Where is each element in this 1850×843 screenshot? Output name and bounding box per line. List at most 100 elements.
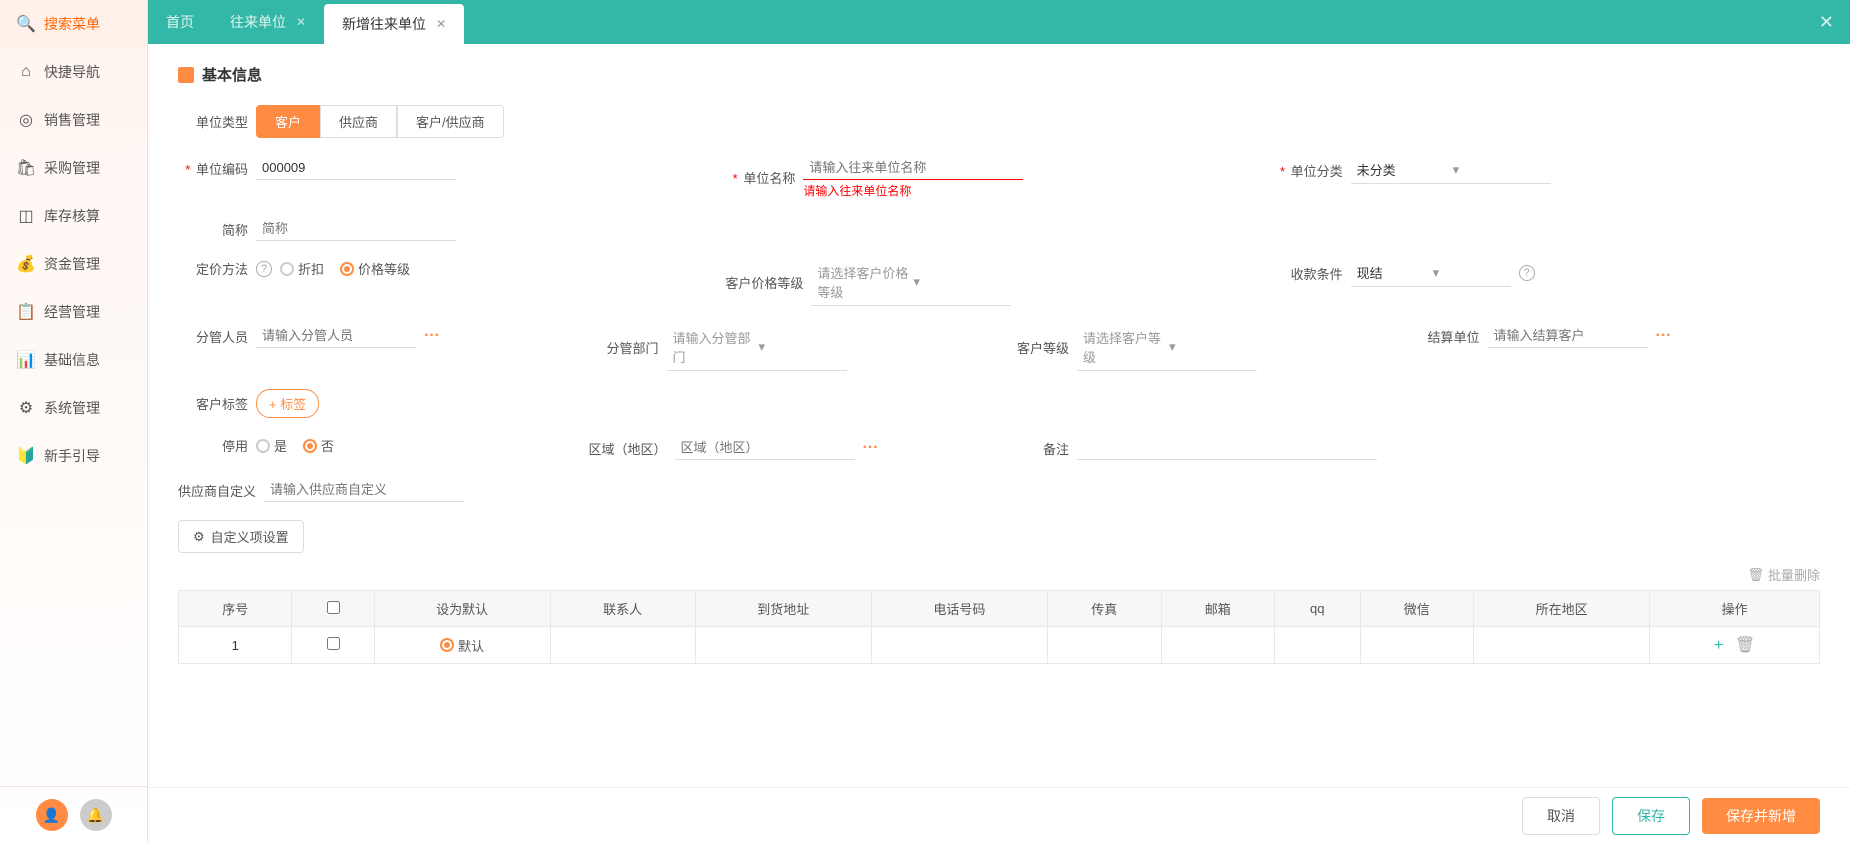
tab-partner-close[interactable]: ✕ (296, 15, 306, 29)
table-row: 1 默认 (179, 627, 1820, 664)
row-default-radio[interactable]: 默认 (385, 636, 540, 655)
select-all-checkbox[interactable] (327, 601, 340, 614)
close-all-tabs[interactable]: ✕ (1803, 12, 1850, 33)
col-address: 到货地址 (695, 591, 871, 627)
tab-home[interactable]: 首页 (148, 0, 212, 44)
sidebar-item-quicknav[interactable]: ⌂ 快捷导航 (0, 48, 147, 96)
add-tag-label: + 标签 (269, 394, 306, 413)
settlement-unit-more[interactable]: ··· (1656, 327, 1672, 345)
sidebar-item-sales[interactable]: ◎ 销售管理 (0, 96, 147, 144)
notification-icon[interactable]: 🔔 (80, 799, 112, 831)
sidebar-item-basic[interactable]: 📊 基础信息 (0, 336, 147, 384)
sidebar-label-quicknav: 快捷导航 (44, 62, 100, 82)
purchase-icon: 🛍 (16, 158, 36, 178)
col-check (292, 591, 374, 627)
custom-settings-button[interactable]: ⚙ 自定义项设置 (178, 520, 304, 553)
pricing-discount-radio[interactable]: 折扣 (280, 259, 324, 278)
main-area: 首页 往来单位 ✕ 新增往来单位 ✕ ✕ 基本信息 单位类型 客户 供应商 客户… (148, 0, 1850, 843)
manager-label: 分管人员 (178, 327, 248, 346)
disabled-yes-circle (256, 439, 270, 453)
unit-type-group: 客户 供应商 客户/供应商 (256, 105, 504, 138)
customer-level-value: 请选择客户等级 (1083, 328, 1165, 366)
sidebar-item-inventory[interactable]: ◫ 库存核算 (0, 192, 147, 240)
supplier-custom-input[interactable] (264, 478, 464, 502)
manager-input[interactable] (256, 324, 416, 348)
tab-new-partner[interactable]: 新增往来单位 ✕ (324, 4, 464, 44)
sidebar-label-finance: 资金管理 (44, 254, 100, 274)
unit-btn-supplier[interactable]: 供应商 (320, 105, 397, 138)
row-checkbox[interactable] (327, 637, 340, 650)
system-icon: ⚙ (16, 398, 36, 418)
form-group-unit-name: * 单位名称 请输入往来单位名称 (725, 156, 1272, 199)
unit-category-value: 未分类 (1357, 160, 1449, 179)
save-new-button[interactable]: 保存并新增 (1702, 798, 1820, 834)
operations-icon: 📋 (16, 302, 36, 322)
batch-delete-label[interactable]: 批量删除 (1768, 565, 1820, 584)
table-header: 序号 设为默认 联系人 到货地址 电话号码 传真 邮箱 qq 微信 所在地区 操… (179, 591, 1820, 627)
tab-new-partner-close[interactable]: ✕ (436, 17, 446, 31)
form-group-payment-terms: 收款条件 现结 ▾ ? (1273, 259, 1820, 287)
unit-btn-customer[interactable]: 客户 (256, 105, 320, 138)
tabs-bar: 首页 往来单位 ✕ 新增往来单位 ✕ ✕ (148, 0, 1850, 44)
form-group-pricing-method: 定价方法 ? 折扣 价格等级 (178, 259, 725, 278)
settlement-unit-label: 结算单位 (1410, 327, 1480, 346)
department-label: 分管部门 (589, 338, 659, 357)
user-avatar[interactable]: 👤 (36, 799, 68, 831)
disabled-no-radio[interactable]: 否 (303, 436, 334, 455)
shortname-label: 简称 (178, 220, 248, 239)
payment-terms-select[interactable]: 现结 ▾ (1351, 259, 1511, 287)
region-more[interactable]: ··· (863, 439, 879, 457)
sidebar-label-purchase: 采购管理 (44, 158, 100, 178)
department-select[interactable]: 请输入分管部门 ▾ (667, 324, 847, 371)
tab-partner[interactable]: 往来单位 ✕ (212, 0, 324, 44)
disabled-label: 停用 (178, 436, 248, 455)
unit-name-input[interactable] (803, 156, 1023, 180)
row-delete-button[interactable]: 🗑 (1731, 635, 1759, 655)
unit-code-input[interactable] (256, 156, 456, 180)
pricing-level-radio[interactable]: 价格等级 (340, 259, 410, 278)
sidebar-item-purchase[interactable]: 🛍 采购管理 (0, 144, 147, 192)
customer-price-level-select[interactable]: 请选择客户价格等级 ▾ (811, 259, 1011, 306)
region-input[interactable] (675, 436, 855, 460)
sidebar-item-operations[interactable]: 📋 经营管理 (0, 288, 147, 336)
payment-terms-label: 收款条件 (1273, 264, 1343, 283)
form-group-region: 区域（地区） ··· (589, 436, 1000, 460)
sidebar-label-guide: 新手引导 (44, 446, 100, 466)
sidebar-item-guide[interactable]: 🔰 新手引导 (0, 432, 147, 480)
cancel-button[interactable]: 取消 (1522, 797, 1600, 835)
row-add-button[interactable]: + (1710, 637, 1727, 655)
manager-more-icon[interactable]: ··· (424, 327, 440, 345)
supplier-custom-label: 供应商自定义 (178, 481, 256, 500)
customer-level-select[interactable]: 请选择客户等级 ▾ (1077, 324, 1257, 371)
unit-code-required: * (185, 162, 190, 177)
add-tag-button[interactable]: + 标签 (256, 389, 319, 418)
form-group-unit-category: * 单位分类 未分类 ▾ (1273, 156, 1820, 184)
row-address (695, 627, 871, 664)
form-group-supplier-custom: 供应商自定义 (178, 478, 1820, 502)
row-contact (550, 627, 695, 664)
form-row-manager: 分管人员 ··· 分管部门 请输入分管部门 ▾ 客户等级 请选择客户等级 ▾ 结… (178, 324, 1820, 371)
customer-price-level-value: 请选择客户价格等级 (817, 263, 909, 301)
tab-partner-label: 往来单位 (230, 12, 286, 32)
settlement-unit-input[interactable] (1488, 324, 1648, 348)
form-row-tag: 客户标签 + 标签 (178, 389, 1820, 418)
payment-terms-help[interactable]: ? (1519, 265, 1535, 281)
sidebar-item-search[interactable]: 🔍 搜索菜单 (0, 0, 147, 48)
remark-input[interactable] (1077, 436, 1377, 460)
unit-btn-both[interactable]: 客户/供应商 (397, 105, 504, 138)
sidebar-item-finance[interactable]: 💰 资金管理 (0, 240, 147, 288)
unit-category-select[interactable]: 未分类 ▾ (1351, 156, 1551, 184)
save-button[interactable]: 保存 (1612, 797, 1690, 835)
custom-settings-label: 自定义项设置 (211, 527, 289, 546)
sidebar-label-search: 搜索菜单 (44, 14, 100, 34)
row-qq (1274, 627, 1360, 664)
content-area: 基本信息 单位类型 客户 供应商 客户/供应商 * 单位编码 (148, 44, 1850, 787)
shortname-input[interactable] (256, 217, 456, 241)
sidebar-item-system[interactable]: ⚙ 系统管理 (0, 384, 147, 432)
department-chevron: ▾ (759, 339, 841, 355)
row-seq: 1 (179, 627, 292, 664)
disabled-yes-radio[interactable]: 是 (256, 436, 287, 455)
col-seq: 序号 (179, 591, 292, 627)
pricing-method-help[interactable]: ? (256, 261, 272, 277)
form-group-unit-type: 单位类型 客户 供应商 客户/供应商 (178, 105, 1820, 138)
